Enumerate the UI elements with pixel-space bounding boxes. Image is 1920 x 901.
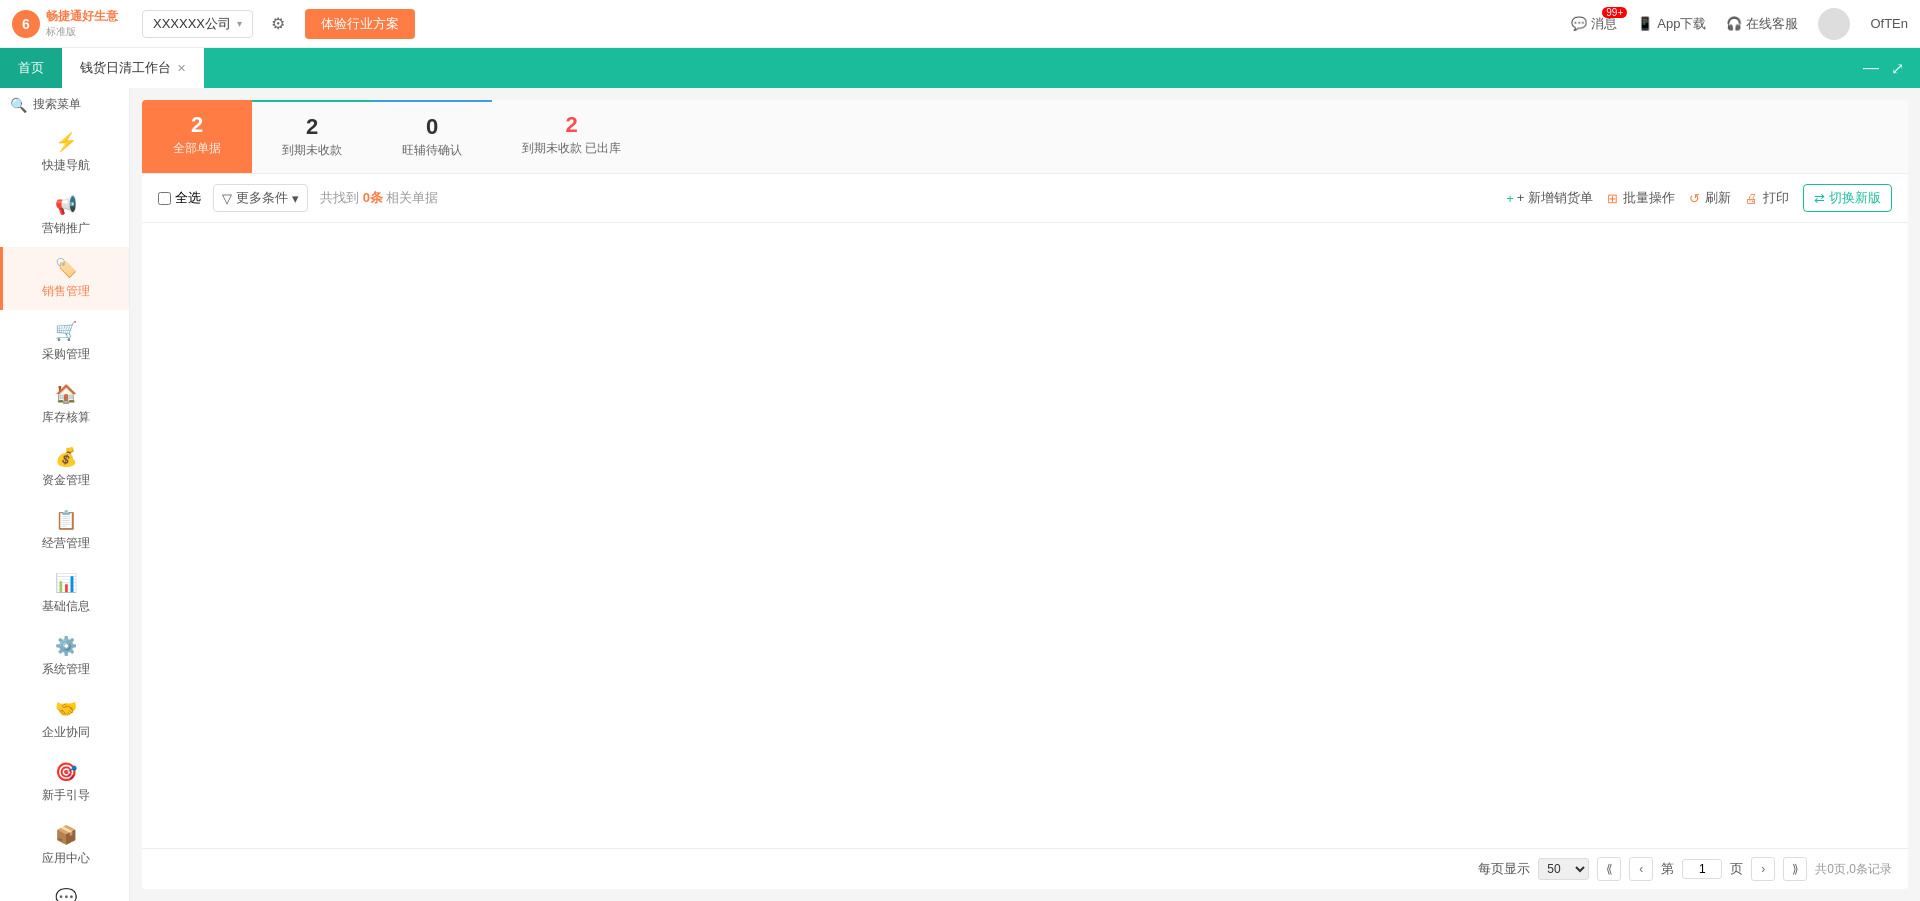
- select-all-input[interactable]: [158, 192, 171, 205]
- app-download-icon: 📱: [1637, 16, 1653, 31]
- sidebar-item-inventory[interactable]: 🏠 库存核算: [0, 373, 129, 436]
- print-button[interactable]: 🖨 打印: [1745, 189, 1789, 207]
- avatar-name: OfTEn: [1870, 16, 1908, 31]
- sidebar: 🔍 搜索菜单 ⚡ 快捷导航 📢 营销推广 🏷️ 销售管理 🛒 采购管理 🏠 库存…: [0, 88, 130, 901]
- purchase-icon: 🛒: [55, 320, 77, 342]
- stats-tab-overdue-uncollected[interactable]: 2 到期未收款: [252, 100, 372, 173]
- trial-button[interactable]: 体验行业方案: [305, 9, 415, 39]
- message-badge: 99+: [1602, 7, 1627, 18]
- batch-operation-button[interactable]: ⊞ 批量操作: [1607, 189, 1675, 207]
- sidebar-item-purchase[interactable]: 🛒 采购管理: [0, 310, 129, 373]
- stats-tab-overdue-shipped[interactable]: 2 到期未收款 已出库: [492, 100, 651, 173]
- batch-icon: ⊞: [1607, 191, 1618, 206]
- refresh-icon: ↺: [1689, 191, 1700, 206]
- new-sales-order-button[interactable]: + + 新增销货单: [1506, 189, 1593, 207]
- inventory-icon: 🏠: [55, 383, 77, 405]
- stats-tabs: 2 全部单据 2 到期未收款 0 旺辅待确认 2 到期未收款 已出库: [142, 100, 1908, 174]
- sidebar-item-basic-info[interactable]: 📊 基础信息: [0, 562, 129, 625]
- page-label-end: 页: [1730, 860, 1743, 878]
- system-icon: ⚙️: [55, 635, 77, 657]
- sidebar-item-finance[interactable]: 💰 资金管理: [0, 436, 129, 499]
- nav-tabs: 首页 钱货日清工作台 ✕ — ⤢: [0, 48, 1920, 88]
- plus-icon: +: [1506, 191, 1514, 206]
- logo-icon: 6: [12, 10, 40, 38]
- sidebar-item-enterprise-wechat[interactable]: 💬 企业微信: [0, 877, 129, 901]
- tab-daily-work[interactable]: 钱货日清工作台 ✕: [62, 48, 204, 88]
- next-page-button[interactable]: ›: [1751, 857, 1775, 881]
- pagination: 每页显示 50 100 200 ⟪ ‹ 第 页 › ⟫ 共0页,0条记录: [142, 848, 1908, 889]
- message-icon: 💬: [1571, 16, 1587, 31]
- avatar[interactable]: [1818, 8, 1850, 40]
- enterprise-wechat-icon: 💬: [55, 887, 77, 901]
- page-label: 第: [1661, 860, 1674, 878]
- service-icon: 🎧: [1726, 16, 1742, 31]
- sales-icon: 🏷️: [55, 257, 77, 279]
- filter-button[interactable]: ▽ 更多条件 ▾: [213, 184, 308, 212]
- sidebar-item-app-center[interactable]: 📦 应用中心: [0, 814, 129, 877]
- basic-info-icon: 📊: [55, 572, 77, 594]
- last-page-button[interactable]: ⟫: [1783, 857, 1807, 881]
- toolbar-left: 全选 ▽ 更多条件 ▾ 共找到 0条 相关单据: [158, 184, 438, 212]
- chevron-down-icon: ▾: [292, 191, 299, 206]
- header-right: 💬 消息 99+ 📱 App下载 🎧 在线客服 OfTEn: [1571, 8, 1908, 40]
- beginner-icon: 🎯: [55, 761, 77, 783]
- page-input[interactable]: [1682, 859, 1722, 879]
- stats-tab-wangfu-pending[interactable]: 0 旺辅待确认: [372, 100, 492, 173]
- content-inner: 2 全部单据 2 到期未收款 0 旺辅待确认 2 到期未收款 已出库: [142, 100, 1908, 889]
- search-menu[interactable]: 🔍 搜索菜单: [0, 88, 129, 121]
- company-selector[interactable]: XXXXXX公司 ▾: [142, 10, 253, 38]
- app-center-icon: 📦: [55, 824, 77, 846]
- refresh-button[interactable]: ↺ 刷新: [1689, 189, 1731, 207]
- sidebar-item-beginner[interactable]: 🎯 新手引导: [0, 751, 129, 814]
- quick-nav-icon: ⚡: [55, 131, 77, 153]
- sidebar-item-sales[interactable]: 🏷️ 销售管理: [0, 247, 129, 310]
- table-area: [142, 223, 1908, 848]
- per-page-select[interactable]: 50 100 200: [1538, 858, 1589, 880]
- result-text: 共找到 0条 相关单据: [320, 189, 438, 207]
- stats-tab-all[interactable]: 2 全部单据: [142, 100, 252, 173]
- filter-icon: ▽: [222, 191, 232, 206]
- minimize-icon[interactable]: —: [1863, 59, 1879, 77]
- message-button[interactable]: 💬 消息 99+: [1571, 15, 1617, 33]
- marketing-icon: 📢: [55, 194, 77, 216]
- main-layout: 🔍 搜索菜单 ⚡ 快捷导航 📢 营销推广 🏷️ 销售管理 🛒 采购管理 🏠 库存…: [0, 88, 1920, 901]
- prev-page-button[interactable]: ‹: [1629, 857, 1653, 881]
- sidebar-item-quick-nav[interactable]: ⚡ 快捷导航: [0, 121, 129, 184]
- online-service-button[interactable]: 🎧 在线客服: [1726, 15, 1798, 33]
- maximize-icon[interactable]: ⤢: [1891, 59, 1904, 78]
- operations-icon: 📋: [55, 509, 77, 531]
- top-header: 6 畅捷通好生意 标准版 XXXXXX公司 ▾ ⚙ 体验行业方案 💬 消息 99…: [0, 0, 1920, 48]
- first-page-button[interactable]: ⟪: [1597, 857, 1621, 881]
- finance-icon: 💰: [55, 446, 77, 468]
- sidebar-item-enterprise-coop[interactable]: 🤝 企业协同: [0, 688, 129, 751]
- toolbar-right: + + 新增销货单 ⊞ 批量操作 ↺ 刷新 🖨 打印: [1506, 184, 1892, 212]
- nav-tab-right: — ⤢: [1863, 48, 1920, 88]
- logo-text: 畅捷通好生意 标准版: [46, 8, 118, 39]
- app-download-button[interactable]: 📱 App下载: [1637, 15, 1706, 33]
- sidebar-item-system[interactable]: ⚙️ 系统管理: [0, 625, 129, 688]
- tab-home[interactable]: 首页: [0, 48, 62, 88]
- search-icon: 🔍: [10, 97, 27, 113]
- result-count: 0条: [363, 190, 383, 205]
- switch-icon: ⇄: [1814, 191, 1825, 206]
- select-all-checkbox[interactable]: 全选: [158, 189, 201, 207]
- logo-area: 6 畅捷通好生意 标准版: [12, 8, 142, 39]
- sidebar-item-operations[interactable]: 📋 经营管理: [0, 499, 129, 562]
- switch-new-version-button[interactable]: ⇄ 切换新版: [1803, 184, 1892, 212]
- toolbar: 全选 ▽ 更多条件 ▾ 共找到 0条 相关单据 + + 新增销货单: [142, 174, 1908, 223]
- print-icon: 🖨: [1745, 191, 1758, 206]
- content-area: 2 全部单据 2 到期未收款 0 旺辅待确认 2 到期未收款 已出库: [130, 88, 1920, 901]
- settings-icon[interactable]: ⚙: [263, 9, 293, 39]
- total-info: 共0页,0条记录: [1815, 861, 1892, 878]
- close-tab-icon[interactable]: ✕: [177, 62, 186, 75]
- per-page-label: 每页显示: [1478, 860, 1530, 878]
- sidebar-item-marketing[interactable]: 📢 营销推广: [0, 184, 129, 247]
- enterprise-coop-icon: 🤝: [55, 698, 77, 720]
- chevron-down-icon: ▾: [237, 18, 242, 29]
